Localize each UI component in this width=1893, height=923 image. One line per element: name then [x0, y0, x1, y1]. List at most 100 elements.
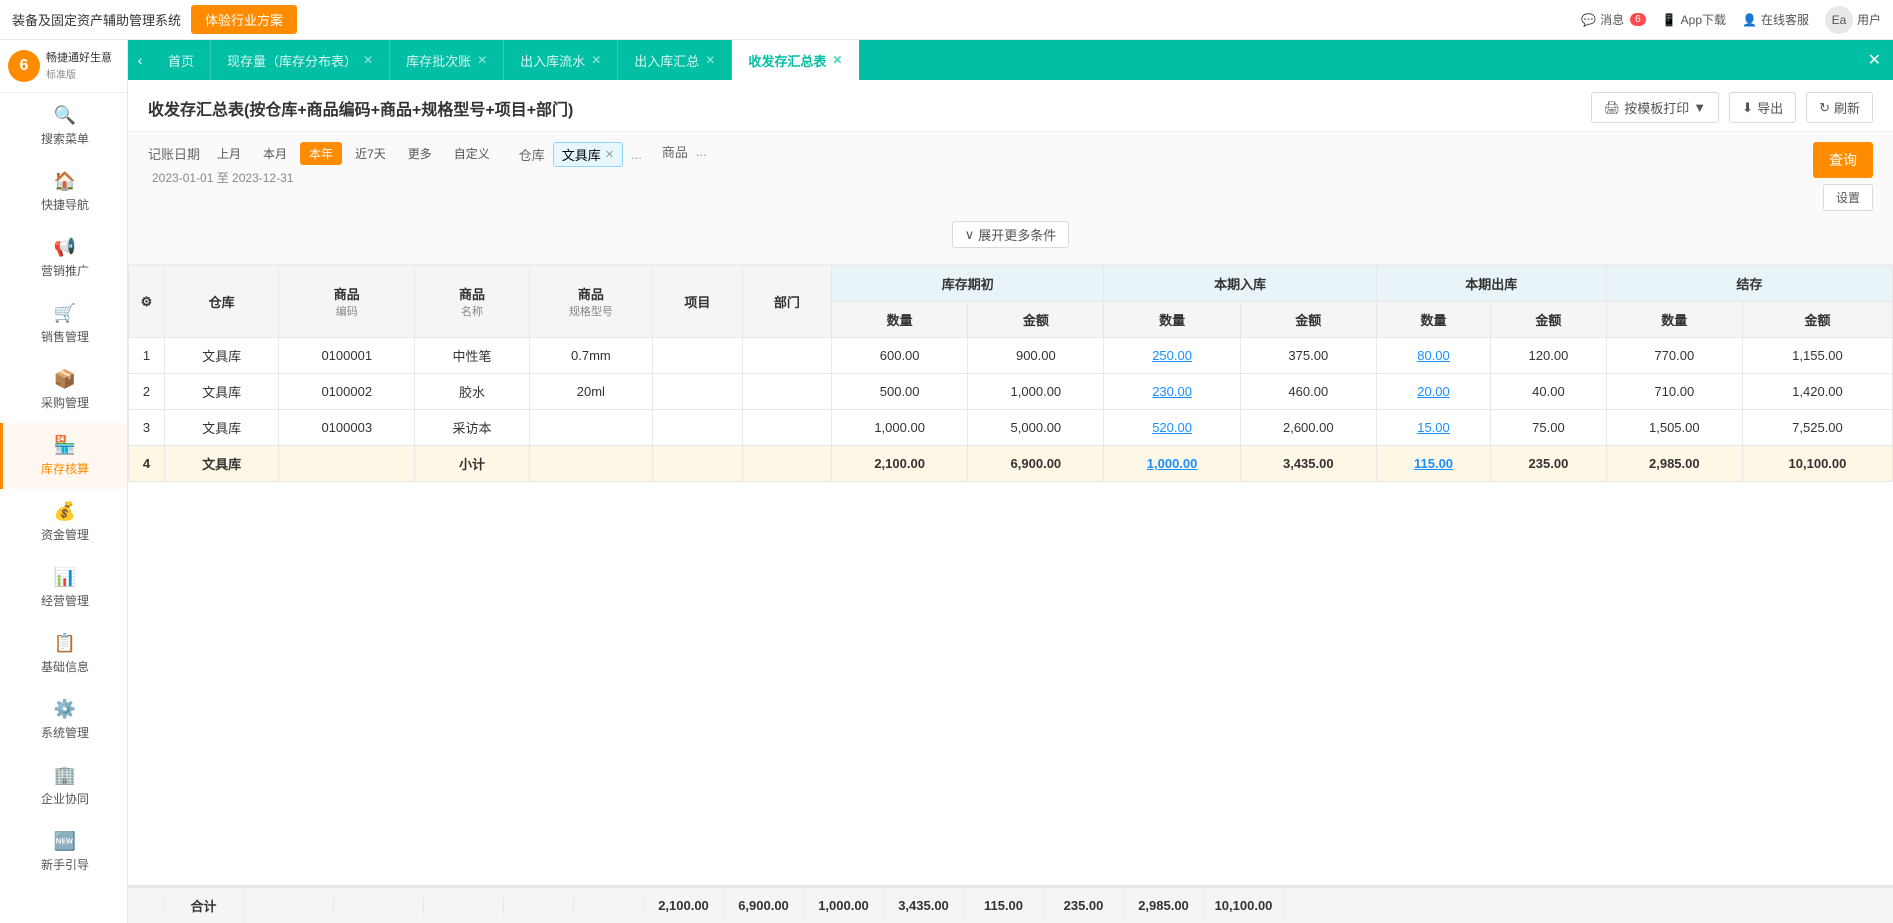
cell-bal-qty: 770.00: [1606, 338, 1742, 374]
tab-home[interactable]: 首页: [152, 40, 211, 80]
cell-in-amt: 460.00: [1240, 374, 1376, 410]
expand-chevron-icon: ∨: [965, 227, 975, 243]
cell-in-qty[interactable]: 250.00: [1104, 338, 1240, 374]
tab-recv-send-summary-close[interactable]: ✕: [832, 53, 842, 67]
tab-batch-ledger-close[interactable]: ✕: [477, 53, 487, 67]
date-tab-more[interactable]: 更多: [399, 142, 441, 165]
tab-recv-send-summary[interactable]: 收发存汇总表 ✕: [732, 40, 859, 80]
cell-out-amt: 40.00: [1491, 374, 1607, 410]
page-header: 收发存汇总表(按仓库+商品编码+商品+规格型号+项目+部门) 🖨 按模板打印 ▼…: [128, 80, 1893, 132]
warehouse-tag: 文具库 ✕: [553, 142, 623, 167]
app-download-area[interactable]: 📱 App下载: [1662, 11, 1726, 28]
cell-bal-qty: 2,985.00: [1606, 446, 1742, 482]
cell-warehouse: 文具库: [165, 338, 279, 374]
cell-open-amt: 5,000.00: [968, 410, 1104, 446]
sales-icon: 🛒: [54, 303, 76, 324]
tab-inventory-dist[interactable]: 现存量（库存分布表） ✕: [211, 40, 390, 80]
footer-project: [504, 898, 574, 914]
tab-inout-flow[interactable]: 出入库流水 ✕: [504, 40, 618, 80]
warehouse-tag-close[interactable]: ✕: [605, 148, 614, 161]
cell-in-qty[interactable]: 520.00: [1104, 410, 1240, 446]
sidebar-item-marketing[interactable]: 📢 营销推广: [0, 225, 127, 291]
th-settings[interactable]: ⚙: [129, 266, 165, 338]
sidebar-item-quick-nav[interactable]: 🏠 快捷导航: [0, 159, 127, 225]
cell-out-qty[interactable]: 15.00: [1376, 410, 1490, 446]
footer-bal-amt: 10,100.00: [1204, 890, 1284, 921]
th-bal-qty: 数量: [1606, 302, 1742, 338]
cell-out-qty[interactable]: 115.00: [1376, 446, 1490, 482]
message-icon-area[interactable]: 💬 消息 6: [1581, 11, 1646, 28]
cell-bal-qty: 710.00: [1606, 374, 1742, 410]
footer-row: 合计 2,100.00 6,900.00 1,000.00 3,435.00 1…: [128, 887, 1893, 923]
date-tab-7days[interactable]: 近7天: [346, 142, 395, 165]
tab-inout-summary-close[interactable]: ✕: [705, 53, 715, 67]
print-btn[interactable]: 🖨 按模板打印 ▼: [1591, 92, 1719, 123]
date-tab-this-month[interactable]: 本月: [254, 142, 296, 165]
cell-in-qty[interactable]: 1,000.00: [1104, 446, 1240, 482]
logo-icon: 6: [8, 50, 40, 82]
sidebar-item-inventory[interactable]: 🏪 库存核算: [0, 423, 127, 489]
user-area[interactable]: Ea 用户: [1825, 6, 1881, 34]
tab-inventory-dist-close[interactable]: ✕: [363, 53, 373, 67]
tab-inout-flow-close[interactable]: ✕: [591, 53, 601, 67]
refresh-btn[interactable]: ↻ 刷新: [1806, 92, 1873, 123]
sidebar-item-search[interactable]: 🔍 搜索菜单: [0, 93, 127, 159]
cell-product-code: 0100001: [279, 338, 415, 374]
th-bal-amt: 金额: [1742, 302, 1892, 338]
settings-btn[interactable]: 设置: [1823, 184, 1873, 211]
cell-product-code: 0100002: [279, 374, 415, 410]
date-range: 2023-01-01 至 2023-12-31: [152, 169, 499, 186]
tab-inout-summary[interactable]: 出入库汇总 ✕: [618, 40, 732, 80]
th-open-amt: 金额: [968, 302, 1104, 338]
expand-more-btn[interactable]: ∨ 展开更多条件: [952, 221, 1070, 248]
table-row: 4文具库小计2,100.006,900.001,000.003,435.0011…: [129, 446, 1893, 482]
cell-in-amt: 2,600.00: [1240, 410, 1376, 446]
date-tab-this-year[interactable]: 本年: [300, 142, 342, 165]
warehouse-more[interactable]: ...: [631, 147, 642, 162]
sidebar-item-enterprise[interactable]: 🏢 企业协同: [0, 753, 127, 819]
logo-text: 畅捷通好生意: [46, 51, 112, 65]
th-balance: 结存: [1606, 266, 1892, 302]
footer-product-name: [334, 898, 424, 914]
export-btn[interactable]: ⬇ 导出: [1729, 92, 1796, 123]
print-chevron-icon: ▼: [1693, 100, 1706, 115]
query-btn[interactable]: 查询: [1813, 142, 1873, 178]
sidebar-item-basic-info[interactable]: 📋 基础信息: [0, 621, 127, 687]
sidebar-item-purchase[interactable]: 📦 采购管理: [0, 357, 127, 423]
sidebar-item-finance-label: 资金管理: [41, 526, 89, 543]
experience-btn[interactable]: 体验行业方案: [191, 5, 297, 34]
cell-in-qty[interactable]: 230.00: [1104, 374, 1240, 410]
cell-out-qty[interactable]: 80.00: [1376, 338, 1490, 374]
tab-inventory-dist-label: 现存量（库存分布表）: [227, 51, 357, 70]
date-tab-last-month[interactable]: 上月: [208, 142, 250, 165]
cell-department: [742, 374, 831, 410]
cell-out-qty[interactable]: 20.00: [1376, 374, 1490, 410]
sidebar-item-finance[interactable]: 💰 资金管理: [0, 489, 127, 555]
operation-icon: 📊: [54, 567, 76, 588]
sidebar-item-sales[interactable]: 🛒 销售管理: [0, 291, 127, 357]
tab-arrow-left[interactable]: ‹: [128, 40, 152, 80]
sidebar-item-operation[interactable]: 📊 经营管理: [0, 555, 127, 621]
footer-cell-empty1: [128, 898, 164, 914]
footer-open-qty: 2,100.00: [644, 890, 724, 921]
sidebar-item-guide[interactable]: 🆕 新手引导: [0, 819, 127, 885]
print-icon: 🖨: [1604, 100, 1621, 116]
table-row: 2文具库0100002胶水20ml500.001,000.00230.00460…: [129, 374, 1893, 410]
finance-icon: 💰: [54, 501, 76, 522]
cell-product-spec: 0.7mm: [529, 338, 653, 374]
sidebar-item-system[interactable]: ⚙️ 系统管理: [0, 687, 127, 753]
date-tabs: 上月 本月 本年 近7天 更多 自定义: [208, 142, 499, 165]
product-more[interactable]: ...: [696, 144, 707, 159]
th-department: 部门: [742, 266, 831, 338]
online-service-area[interactable]: 👤 在线客服: [1742, 11, 1809, 28]
logo-badge: 标准版: [46, 66, 112, 81]
tab-bar-close-btn[interactable]: ✕: [1868, 50, 1881, 70]
cell-bal-amt: 1,420.00: [1742, 374, 1892, 410]
table-footer: 合计 2,100.00 6,900.00 1,000.00 3,435.00 1…: [128, 885, 1893, 923]
cell-product-spec: [529, 446, 653, 482]
sidebar-item-inventory-label: 库存核算: [41, 460, 89, 477]
cell-open-qty: 2,100.00: [832, 446, 968, 482]
tab-batch-ledger[interactable]: 库存批次账 ✕: [390, 40, 504, 80]
content-area: ‹ 首页 现存量（库存分布表） ✕ 库存批次账 ✕ 出入库流水 ✕ 出入库汇总: [128, 40, 1893, 923]
date-tab-custom[interactable]: 自定义: [445, 142, 499, 165]
